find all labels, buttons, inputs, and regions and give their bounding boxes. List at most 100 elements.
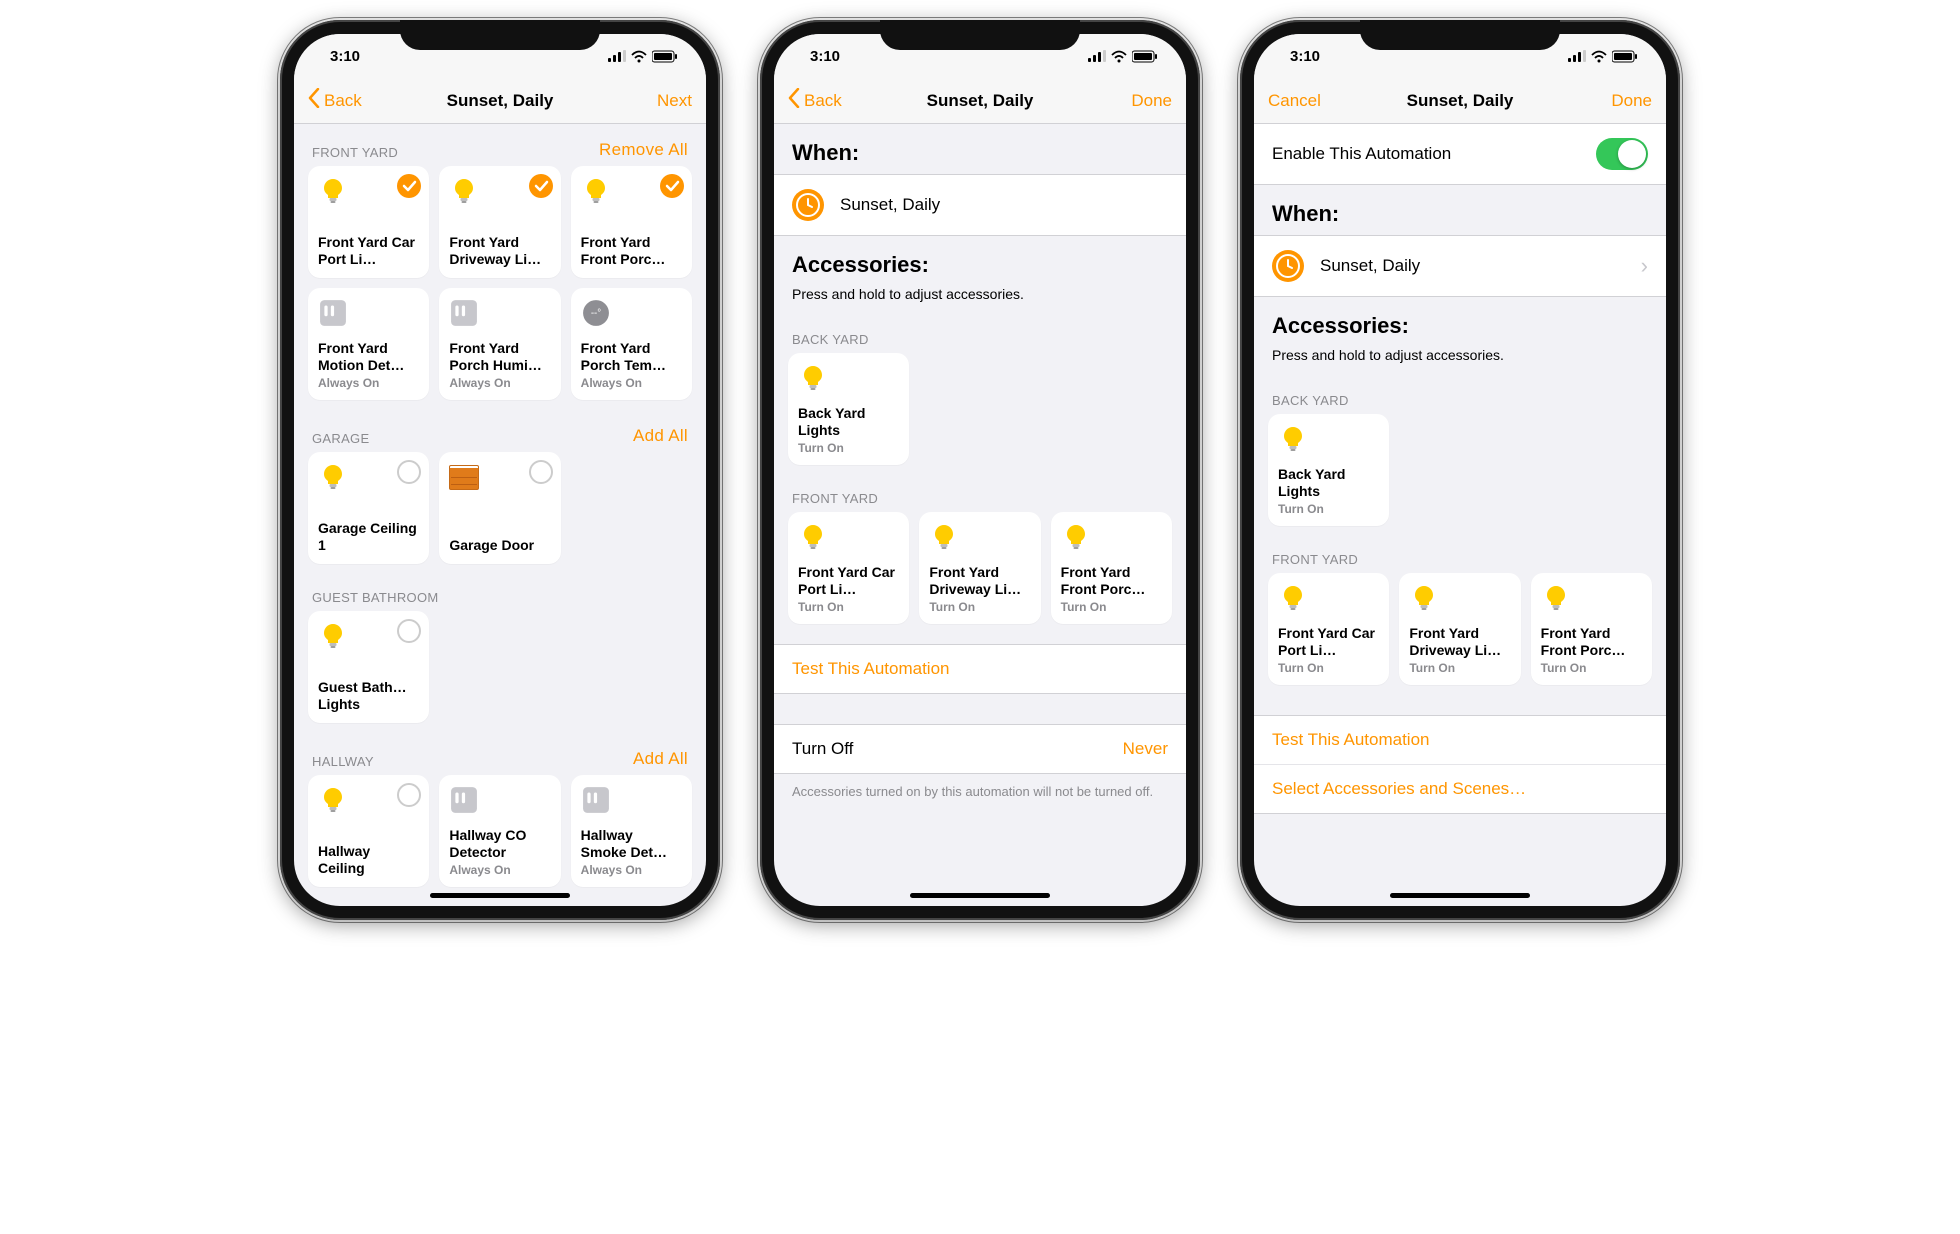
unselected-check-icon[interactable]: [529, 460, 553, 484]
enable-toggle[interactable]: [1596, 138, 1648, 170]
chevron-left-icon: [308, 88, 320, 113]
group-title: FRONT YARD: [1272, 552, 1358, 567]
nav-title: Sunset, Daily: [447, 91, 554, 111]
done-button[interactable]: Done: [1102, 91, 1172, 111]
tile-name: Guest Bath… Lights: [318, 679, 419, 713]
unselected-check-icon[interactable]: [397, 619, 421, 643]
back-label: Back: [324, 91, 362, 111]
accessory-tile[interactable]: Front Yard Driveway Li… Turn On: [1399, 573, 1520, 685]
accessory-tile[interactable]: Front Yard Front Porc…Turn On: [1531, 573, 1652, 685]
back-button[interactable]: Back: [308, 88, 378, 113]
tile-subtext: Turn On: [1541, 661, 1642, 675]
accessory-tile[interactable]: Hallway Ceiling: [308, 775, 429, 887]
section-title: GARAGE: [312, 431, 369, 446]
tile-name: Hallway Ceiling: [318, 843, 419, 877]
back-label: Back: [804, 91, 842, 111]
tile-subtext: Turn On: [929, 600, 1030, 614]
select-accessories-button[interactable]: Select Accessories and Scenes…: [1254, 765, 1666, 813]
bulb-icon: [931, 524, 957, 550]
section-title: HALLWAY: [312, 754, 374, 769]
accessory-tile[interactable]: Front Yard Front Porc…: [571, 166, 692, 278]
unselected-check-icon[interactable]: [397, 783, 421, 807]
unselected-check-icon[interactable]: [397, 460, 421, 484]
section-action-button[interactable]: Remove All: [599, 140, 688, 160]
clock-icon: [792, 189, 824, 221]
test-automation-button[interactable]: Test This Automation: [774, 645, 1186, 693]
tile-grid: Front Yard Car Port Li… Front Yard Drivew…: [294, 166, 706, 410]
accessory-tile[interactable]: Front Yard Porch Humi…Always On: [439, 288, 560, 400]
accessory-tile[interactable]: Guest Bath… Lights: [308, 611, 429, 723]
phone-2: 3:10 Back Sunset, Daily Done When:: [760, 20, 1200, 920]
tile-name: Garage Ceiling 1: [318, 520, 419, 554]
battery-icon: [652, 50, 678, 63]
bulb-icon: [583, 178, 609, 204]
accessory-tile[interactable]: Front Yard Motion Det…Always On: [308, 288, 429, 400]
accessory-tile[interactable]: Front Yard Front Porc…Turn On: [1051, 512, 1172, 624]
when-row-label: Sunset, Daily: [1320, 256, 1420, 276]
content-scroll[interactable]: FRONT YARDRemove AllFront Yard Car Port …: [294, 124, 706, 906]
tile-name: Front Yard Car Port Li…: [318, 234, 419, 268]
accessory-tile[interactable]: Front Yard Porch Tem…Always On: [571, 288, 692, 400]
selected-check-icon[interactable]: [660, 174, 684, 198]
sensor-icon: [319, 299, 347, 327]
tile-name: Garage Door: [449, 537, 550, 554]
chevron-right-icon: ›: [1641, 253, 1648, 279]
sensor-icon: [582, 786, 610, 814]
back-button[interactable]: Back: [788, 88, 858, 113]
tile-subtext: Turn On: [1409, 661, 1510, 675]
tile-subtext: Turn On: [798, 600, 899, 614]
next-button[interactable]: Next: [622, 91, 692, 111]
turn-off-row[interactable]: Turn Off Never: [774, 725, 1186, 773]
accessory-tile[interactable]: Back Yard LightsTurn On: [1268, 414, 1389, 526]
enable-automation-row[interactable]: Enable This Automation: [1254, 124, 1666, 184]
selected-check-icon[interactable]: [397, 174, 421, 198]
bulb-icon: [1543, 585, 1569, 611]
accessory-tile[interactable]: Garage Ceiling 1: [308, 452, 429, 564]
turn-off-footer: Accessories turned on by this automation…: [774, 774, 1186, 813]
bulb-icon: [1411, 585, 1437, 611]
tile-subtext: Always On: [581, 863, 682, 877]
signal-icon: [608, 50, 626, 62]
when-row[interactable]: Sunset, Daily: [774, 175, 1186, 235]
when-row[interactable]: Sunset, Daily ›: [1254, 236, 1666, 296]
accessory-tile[interactable]: Hallway Smoke Det… Always On: [571, 775, 692, 887]
select-accessories-label: Select Accessories and Scenes…: [1272, 779, 1526, 799]
home-indicator[interactable]: [430, 893, 570, 898]
tile-grid: Hallway Ceiling Hallway CO DetectorAlways…: [294, 775, 706, 897]
accessory-tile[interactable]: Front Yard Car Port Li…Turn On: [788, 512, 909, 624]
home-indicator[interactable]: [1390, 893, 1530, 898]
accessory-tile[interactable]: Front Yard Car Port Li…Turn On: [1268, 573, 1389, 685]
content-scroll[interactable]: Enable This Automation When: Sunset, Dai…: [1254, 124, 1666, 906]
tile-name: Hallway Smoke Det…: [581, 827, 682, 861]
tile-grid: Garage Ceiling 1 Garage Door: [294, 452, 706, 574]
status-time: 3:10: [330, 48, 360, 65]
tile-name: Back Yard Lights: [1278, 466, 1379, 500]
section-action-button[interactable]: Add All: [633, 426, 688, 446]
accessories-subtext: Press and hold to adjust accessories.: [1254, 347, 1666, 377]
accessory-tile[interactable]: Back Yard LightsTurn On: [788, 353, 909, 465]
bulb-icon: [320, 787, 346, 813]
accessory-tile[interactable]: Front Yard Driveway Li…: [439, 166, 560, 278]
tile-subtext: Always On: [318, 376, 419, 390]
accessory-tile[interactable]: Front Yard Driveway Li…Turn On: [919, 512, 1040, 624]
selected-check-icon[interactable]: [529, 174, 553, 198]
done-button[interactable]: Done: [1582, 91, 1652, 111]
tile-name: Front Yard Front Porc…: [581, 234, 682, 268]
wifi-icon: [631, 49, 647, 63]
test-automation-button[interactable]: Test This Automation: [1254, 716, 1666, 765]
section-action-button[interactable]: Add All: [633, 749, 688, 769]
bulb-icon: [800, 365, 826, 391]
home-indicator[interactable]: [910, 893, 1050, 898]
accessory-tile[interactable]: Hallway CO DetectorAlways On: [439, 775, 560, 887]
accessory-tile[interactable]: Garage Door: [439, 452, 560, 564]
accessory-tile[interactable]: Front Yard Car Port Li…: [308, 166, 429, 278]
bulb-icon: [451, 178, 477, 204]
sensor-icon: [450, 786, 478, 814]
tile-grid: Back Yard LightsTurn On: [774, 353, 1186, 475]
tile-subtext: Turn On: [798, 441, 899, 455]
tile-grid: Guest Bath… Lights: [294, 611, 706, 733]
tile-grid: Front Yard Car Port Li…Turn OnFront Yard…: [774, 512, 1186, 634]
cancel-button[interactable]: Cancel: [1268, 91, 1338, 111]
tile-name: Front Yard Driveway Li…: [1409, 625, 1510, 659]
content-scroll[interactable]: When: Sunset, Daily Accessories: Press a…: [774, 124, 1186, 906]
